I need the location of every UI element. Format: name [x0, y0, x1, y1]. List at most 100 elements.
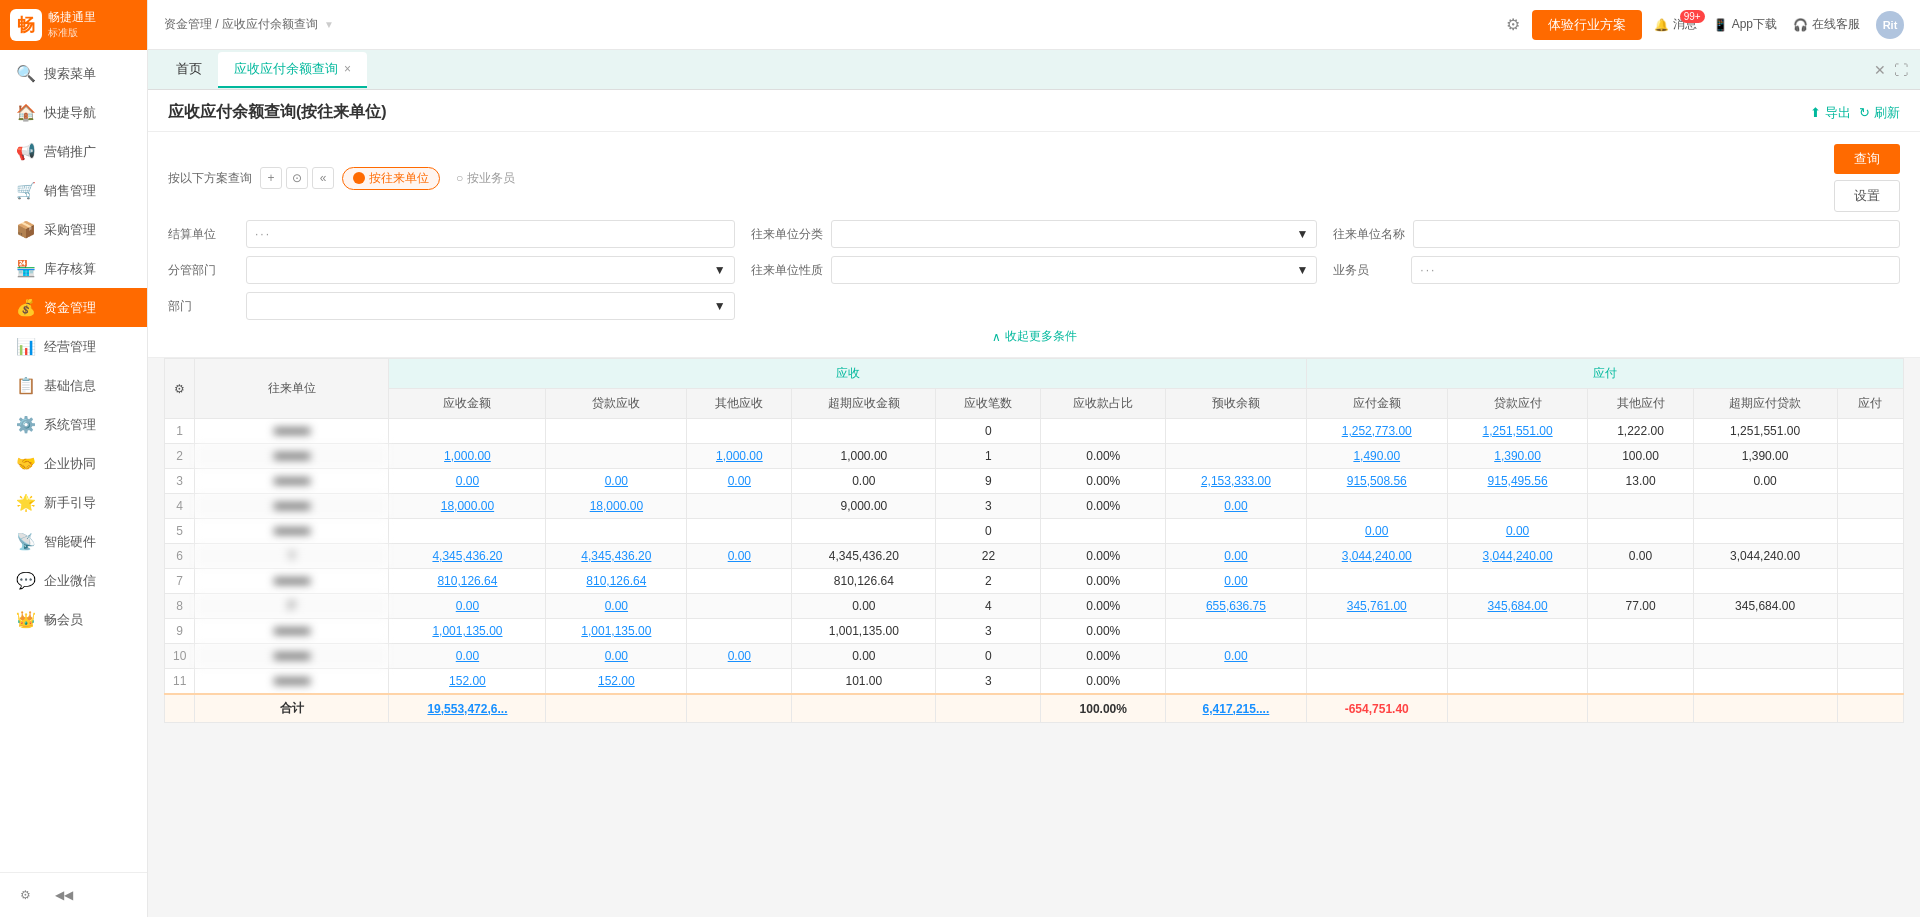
dropdown-icon: ▼ — [714, 263, 726, 277]
sidebar-item-basic-info[interactable]: 📋 基础信息 — [0, 366, 147, 405]
export-icon: ⬆ — [1810, 105, 1821, 120]
col-ar-other-header: 其他应收 — [687, 389, 792, 419]
search-menu-icon: 🔍 — [16, 64, 36, 83]
section-dept-input[interactable]: ▼ — [246, 292, 735, 320]
table-row: 3■■■■■0.000.000.000.0090.00%2,153,333.00… — [165, 469, 1904, 494]
filter-by-customer-button[interactable]: 按往来单位 — [342, 167, 440, 190]
filter-fields: 结算单位 ··· 往来单位分类 ▼ 往来单位名称 — [168, 220, 1900, 320]
col-ap-extra-header: 应付 — [1837, 389, 1903, 419]
solution-button[interactable]: 体验行业方案 — [1532, 10, 1642, 40]
sidebar-item-sales[interactable]: 🛒 销售管理 — [0, 171, 147, 210]
filter-by-employee-button[interactable]: ○ 按业务员 — [448, 168, 523, 189]
settings-button[interactable]: 设置 — [1834, 180, 1900, 212]
sidebar-item-search-menu[interactable]: 🔍 搜索菜单 — [0, 54, 147, 93]
sidebar-item-corp-collab[interactable]: 🤝 企业协同 — [0, 444, 147, 483]
col-ap-amount-header: 应付金额 — [1306, 389, 1447, 419]
refresh-button[interactable]: ↻ 刷新 — [1859, 104, 1900, 122]
customer-type-input[interactable]: ▼ — [831, 220, 1318, 248]
newbie-icon: 🌟 — [16, 493, 36, 512]
footer-ar-prepay[interactable]: 6,417,215.... — [1166, 694, 1307, 723]
app-download-button[interactable]: 📱 App下载 — [1713, 16, 1777, 33]
sidebar-item-operations[interactable]: 📊 经营管理 — [0, 327, 147, 366]
online-service-button[interactable]: 🎧 在线客服 — [1793, 16, 1860, 33]
col-customer-header: 往来单位 — [195, 359, 389, 419]
filter-arrow-button[interactable]: « — [312, 167, 334, 189]
tab-close-icon[interactable]: × — [344, 62, 351, 76]
col-ar-amount-header: 应收金额 — [389, 389, 546, 419]
sidebar-item-inventory[interactable]: 🏪 库存核算 — [0, 249, 147, 288]
window-close-icon[interactable]: ✕ — [1874, 62, 1886, 78]
filter-area: 按以下方案查询 + ⊙ « 按往来单位 ○ 按业务员 查询 设置 — [148, 132, 1920, 358]
tab-ar-query[interactable]: 应收应付余额查询 × — [218, 52, 367, 88]
sidebar-item-system[interactable]: ⚙️ 系统管理 — [0, 405, 147, 444]
table-row: 9■■■■■1,001,135.001,001,135.001,001,135.… — [165, 619, 1904, 644]
sidebar-collapse-button[interactable]: ◀◀ — [47, 884, 81, 906]
col-ar-count-header: 应收笔数 — [936, 389, 1041, 419]
table-settings-icon[interactable]: ⚙ — [174, 382, 185, 396]
dropdown-icon: ▼ — [1296, 263, 1308, 277]
sidebar-item-finance[interactable]: 💰 资金管理 — [0, 288, 147, 327]
refresh-label: 刷新 — [1874, 104, 1900, 122]
export-button[interactable]: ⬆ 导出 — [1810, 104, 1851, 122]
filter-label: 按以下方案查询 — [168, 170, 252, 187]
avatar[interactable]: Rit — [1876, 11, 1904, 39]
sidebar-item-label: 基础信息 — [44, 377, 96, 395]
col-settings[interactable]: ⚙ — [165, 359, 195, 419]
filter-collapse-button[interactable]: ∧ 收起更多条件 — [168, 328, 1900, 345]
by-employee-label: 按业务员 — [467, 170, 515, 187]
sales-icon: 🛒 — [16, 181, 36, 200]
sidebar-item-member[interactable]: 👑 畅会员 — [0, 600, 147, 639]
logo-edition: 标准版 — [48, 26, 96, 40]
smart-hw-icon: 📡 — [16, 532, 36, 551]
footer-ap-total: -654,751.40 — [1306, 694, 1447, 723]
topbar: 资金管理 / 应收应付余额查询 ▼ ⚙ 体验行业方案 🔔 消息 99+ 📱 Ap… — [148, 0, 1920, 50]
sidebar-item-quick-nav[interactable]: 🏠 快捷导航 — [0, 93, 147, 132]
query-button[interactable]: 查询 — [1834, 144, 1900, 174]
logo-name: 畅捷通里 — [48, 10, 96, 26]
filter-row1: 按以下方案查询 + ⊙ « 按往来单位 ○ 按业务员 查询 设置 — [168, 144, 1900, 212]
main-area: 资金管理 / 应收应付余额查询 ▼ ⚙ 体验行业方案 🔔 消息 99+ 📱 Ap… — [148, 0, 1920, 917]
footer-ar-ratio: 100.00% — [1041, 694, 1166, 723]
input-dots: ··· — [255, 227, 271, 241]
messages-button[interactable]: 🔔 消息 99+ — [1654, 16, 1697, 33]
sidebar-item-marketing[interactable]: 📢 营销推广 — [0, 132, 147, 171]
sidebar: 畅 畅捷通里 标准版 🔍 搜索菜单 🏠 快捷导航 📢 营销推广 🛒 销售管理 📦… — [0, 0, 148, 917]
sidebar-settings-button[interactable]: ⚙ — [12, 884, 39, 906]
sidebar-item-smart-hw[interactable]: 📡 智能硬件 — [0, 522, 147, 561]
filter-add-button[interactable]: + — [260, 167, 282, 189]
sidebar-item-label: 企业微信 — [44, 572, 96, 590]
online-service-label: 在线客服 — [1812, 16, 1860, 33]
sidebar-item-purchase[interactable]: 📦 采购管理 — [0, 210, 147, 249]
table-row: 10■■■■■0.000.000.000.0000.00%0.00 — [165, 644, 1904, 669]
tab-home[interactable]: 首页 — [160, 52, 218, 88]
employee-input[interactable]: ··· — [1411, 256, 1900, 284]
window-expand-icon[interactable]: ⛶ — [1894, 62, 1908, 78]
table-row: 8P0.000.000.0040.00%655,636.75345,761.00… — [165, 594, 1904, 619]
sidebar-item-label: 企业协同 — [44, 455, 96, 473]
collapse-label: 收起更多条件 — [1005, 328, 1077, 345]
page-title: 应收应付余额查询(按往来单位) — [168, 102, 387, 123]
col-ap-other-header: 其他应付 — [1588, 389, 1693, 419]
customer-nature-input[interactable]: ▼ — [831, 256, 1318, 284]
inventory-icon: 🏪 — [16, 259, 36, 278]
dept-input[interactable]: ▼ — [246, 256, 735, 284]
sidebar-item-label: 智能硬件 — [44, 533, 96, 551]
sidebar-item-newbie[interactable]: 🌟 新手引导 — [0, 483, 147, 522]
sidebar-item-label: 库存核算 — [44, 260, 96, 278]
gear-icon[interactable]: ⚙ — [1506, 15, 1520, 34]
by-customer-label: 按往来单位 — [369, 170, 429, 187]
table-row: 4■■■■■18,000.0018,000.009,000.0030.00%0.… — [165, 494, 1904, 519]
quick-nav-icon: 🏠 — [16, 103, 36, 122]
customer-name-input[interactable] — [1413, 220, 1900, 248]
sidebar-item-corp-wechat[interactable]: 💬 企业微信 — [0, 561, 147, 600]
dropdown-icon: ▼ — [1296, 227, 1308, 241]
field-label-employee: 业务员 — [1333, 262, 1403, 279]
settlement-input[interactable]: ··· — [246, 220, 735, 248]
filter-field-settlement: 结算单位 ··· — [168, 220, 735, 248]
sidebar-bottom: ⚙ ◀◀ — [0, 872, 147, 917]
filter-target-button[interactable]: ⊙ — [286, 167, 308, 189]
dropdown-icon: ▼ — [714, 299, 726, 313]
col-ar-loan-header: 贷款应收 — [546, 389, 687, 419]
footer-ar-total[interactable]: 19,553,472,6... — [389, 694, 546, 723]
filter-icons: + ⊙ « — [260, 167, 334, 189]
